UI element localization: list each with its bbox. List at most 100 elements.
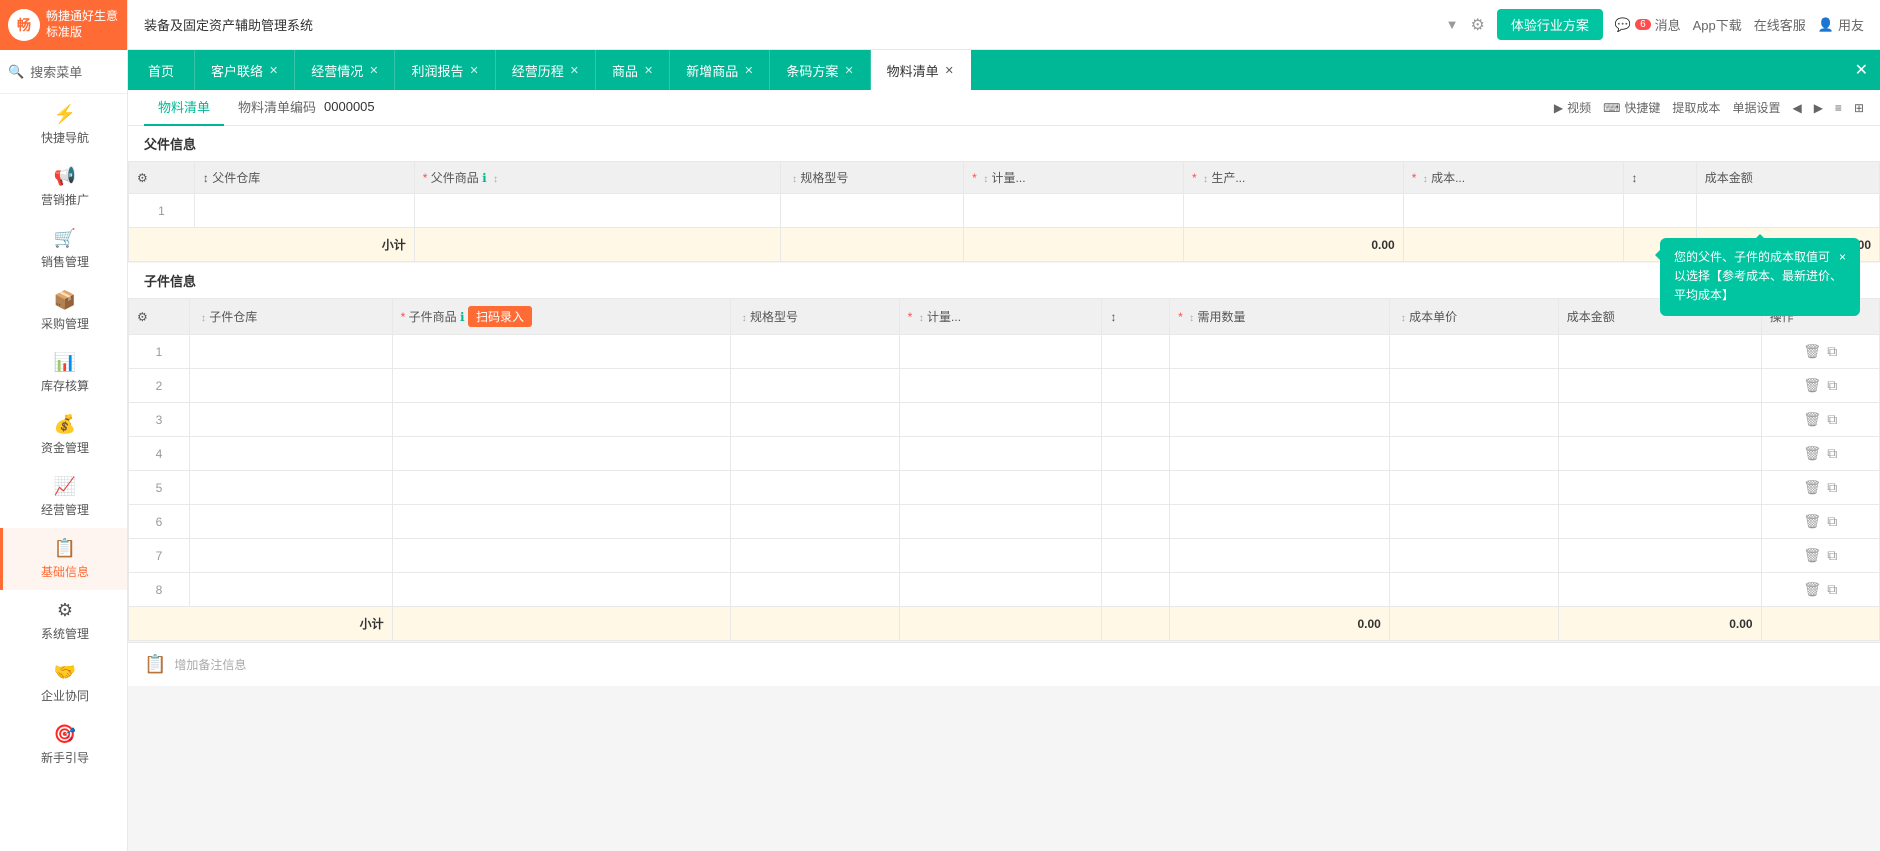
parent-prod-cell[interactable] [1183, 194, 1403, 228]
parent-warehouse-cell[interactable] [194, 194, 414, 228]
tab-close-icon[interactable]: ✕ [369, 64, 378, 77]
delete-icon[interactable]: 🗑 [1803, 377, 1821, 394]
nav-tab-经营情况[interactable]: 经营情况✕ [295, 50, 395, 90]
child-needed-cell[interactable] [1170, 471, 1390, 505]
delete-icon[interactable]: 🗑 [1803, 343, 1821, 360]
nav-tab-条码方案[interactable]: 条码方案✕ [770, 50, 870, 90]
child-warehouse-cell[interactable] [189, 403, 392, 437]
copy-icon[interactable]: ⧉ [1827, 343, 1837, 360]
child-unit-cost-cell[interactable] [1389, 335, 1558, 369]
child-warehouse-cell[interactable] [189, 335, 392, 369]
child-spec-cell[interactable] [730, 335, 899, 369]
child-needed-cell[interactable] [1170, 403, 1390, 437]
delete-icon[interactable]: 🗑 [1803, 581, 1821, 598]
tab-close-icon[interactable]: ✕ [644, 64, 653, 77]
child-qty-cell[interactable] [899, 505, 1102, 539]
copy-icon[interactable]: ⧉ [1827, 581, 1837, 598]
user-avatar[interactable]: 👤 用友 [1818, 15, 1864, 34]
parent-product-cell[interactable] [414, 194, 780, 228]
child-qty-cell[interactable] [899, 539, 1102, 573]
nav-next-icon[interactable]: ▶ [1814, 101, 1823, 115]
child-needed-cell[interactable] [1170, 573, 1390, 607]
sidebar-item-库存核算[interactable]: 📊库存核算 [0, 342, 127, 404]
shortcut-action[interactable]: ⌨ 快捷键 [1603, 99, 1660, 116]
child-product-cell[interactable] [392, 335, 730, 369]
delete-icon[interactable]: 🗑 [1803, 513, 1821, 530]
child-needed-cell[interactable] [1170, 335, 1390, 369]
child-product-cell[interactable] [392, 505, 730, 539]
child-spec-cell[interactable] [730, 573, 899, 607]
tab-bill-code[interactable]: 物料清单编码 0000005 [224, 90, 389, 126]
child-unit-cost-cell[interactable] [1389, 573, 1558, 607]
child-warehouse-cell[interactable] [189, 505, 392, 539]
child-warehouse-cell[interactable] [189, 539, 392, 573]
child-unit-cost-cell[interactable] [1389, 539, 1558, 573]
child-qty-cell[interactable] [899, 369, 1102, 403]
sidebar-item-营销推广[interactable]: 📢营销推广 [0, 156, 127, 218]
app-download-link[interactable]: App下载 [1693, 15, 1742, 34]
sidebar-item-快捷导航[interactable]: ⚡快捷导航 [0, 94, 127, 156]
child-product-cell[interactable] [392, 437, 730, 471]
parent-qty-cell[interactable] [964, 194, 1184, 228]
child-warehouse-cell[interactable] [189, 573, 392, 607]
child-spec-cell[interactable] [730, 437, 899, 471]
sidebar-item-基础信息[interactable]: 📋基础信息 [0, 528, 127, 590]
search-menu-button[interactable]: 🔍 搜索菜单 [8, 58, 119, 85]
tab-close-icon[interactable]: ✕ [945, 64, 954, 77]
online-service-link[interactable]: 在线客服 [1754, 15, 1806, 34]
child-warehouse-cell[interactable] [189, 369, 392, 403]
settings-icon[interactable]: ⚙ [1471, 15, 1485, 35]
video-action[interactable]: ▶ 视频 [1554, 99, 1591, 116]
copy-icon[interactable]: ⧉ [1827, 445, 1837, 462]
menu-icon[interactable]: ≡ [1835, 101, 1842, 115]
sidebar-item-采购管理[interactable]: 📦采购管理 [0, 280, 127, 342]
child-qty-cell[interactable] [899, 573, 1102, 607]
child-spec-cell[interactable] [730, 539, 899, 573]
sidebar-item-新手引导[interactable]: 🎯新手引导 [0, 714, 127, 776]
delete-icon[interactable]: 🗑 [1803, 479, 1821, 496]
child-product-cell[interactable] [392, 403, 730, 437]
child-spec-cell[interactable] [730, 369, 899, 403]
parent-spec-cell[interactable] [781, 194, 964, 228]
messages-icon-group[interactable]: 💬 6 消息 [1615, 15, 1681, 34]
close-all-tabs-button[interactable]: ✕ [1843, 60, 1880, 80]
child-qty-cell[interactable] [899, 335, 1102, 369]
sidebar-item-系统管理[interactable]: ⚙系统管理 [0, 590, 127, 652]
nav-prev-icon[interactable]: ◀ [1792, 101, 1801, 115]
nav-tab-经营历程[interactable]: 经营历程✕ [496, 50, 596, 90]
sidebar-item-企业协同[interactable]: 🤝企业协同 [0, 652, 127, 714]
child-qty-cell[interactable] [899, 403, 1102, 437]
parent-cost-cell[interactable] [1403, 194, 1623, 228]
dropdown-arrow-icon[interactable]: ▼ [1446, 17, 1459, 32]
child-spec-cell[interactable] [730, 403, 899, 437]
copy-icon[interactable]: ⧉ [1827, 377, 1837, 394]
scan-input-button[interactable]: 扫码录入 [468, 306, 532, 327]
nav-tab-新增商品[interactable]: 新增商品✕ [670, 50, 770, 90]
child-product-cell[interactable] [392, 471, 730, 505]
child-product-cell[interactable] [392, 573, 730, 607]
child-spec-cell[interactable] [730, 505, 899, 539]
copy-icon[interactable]: ⧉ [1827, 479, 1837, 496]
child-product-cell[interactable] [392, 539, 730, 573]
delete-icon[interactable]: 🗑 [1803, 411, 1821, 428]
tab-close-icon[interactable]: ✕ [269, 64, 278, 77]
child-spec-cell[interactable] [730, 471, 899, 505]
child-warehouse-cell[interactable] [189, 471, 392, 505]
expand-icon[interactable]: ⊞ [1854, 101, 1864, 115]
child-needed-cell[interactable] [1170, 505, 1390, 539]
delete-icon[interactable]: 🗑 [1803, 445, 1821, 462]
copy-icon[interactable]: ⧉ [1827, 547, 1837, 564]
child-unit-cost-cell[interactable] [1389, 471, 1558, 505]
tab-close-icon[interactable]: ✕ [844, 64, 853, 77]
tab-bill-list[interactable]: 物料清单 [144, 90, 224, 126]
sidebar-item-资金管理[interactable]: 💰资金管理 [0, 404, 127, 466]
child-unit-cost-cell[interactable] [1389, 437, 1558, 471]
tab-close-icon[interactable]: ✕ [470, 64, 479, 77]
nav-tab-客户联络[interactable]: 客户联络✕ [195, 50, 295, 90]
child-unit-cost-cell[interactable] [1389, 369, 1558, 403]
child-needed-cell[interactable] [1170, 437, 1390, 471]
trial-button[interactable]: 体验行业方案 [1497, 9, 1603, 40]
bill-settings-action[interactable]: 单据设置 [1732, 99, 1780, 116]
tooltip-close-button[interactable]: × [1839, 248, 1846, 267]
copy-icon[interactable]: ⧉ [1827, 513, 1837, 530]
